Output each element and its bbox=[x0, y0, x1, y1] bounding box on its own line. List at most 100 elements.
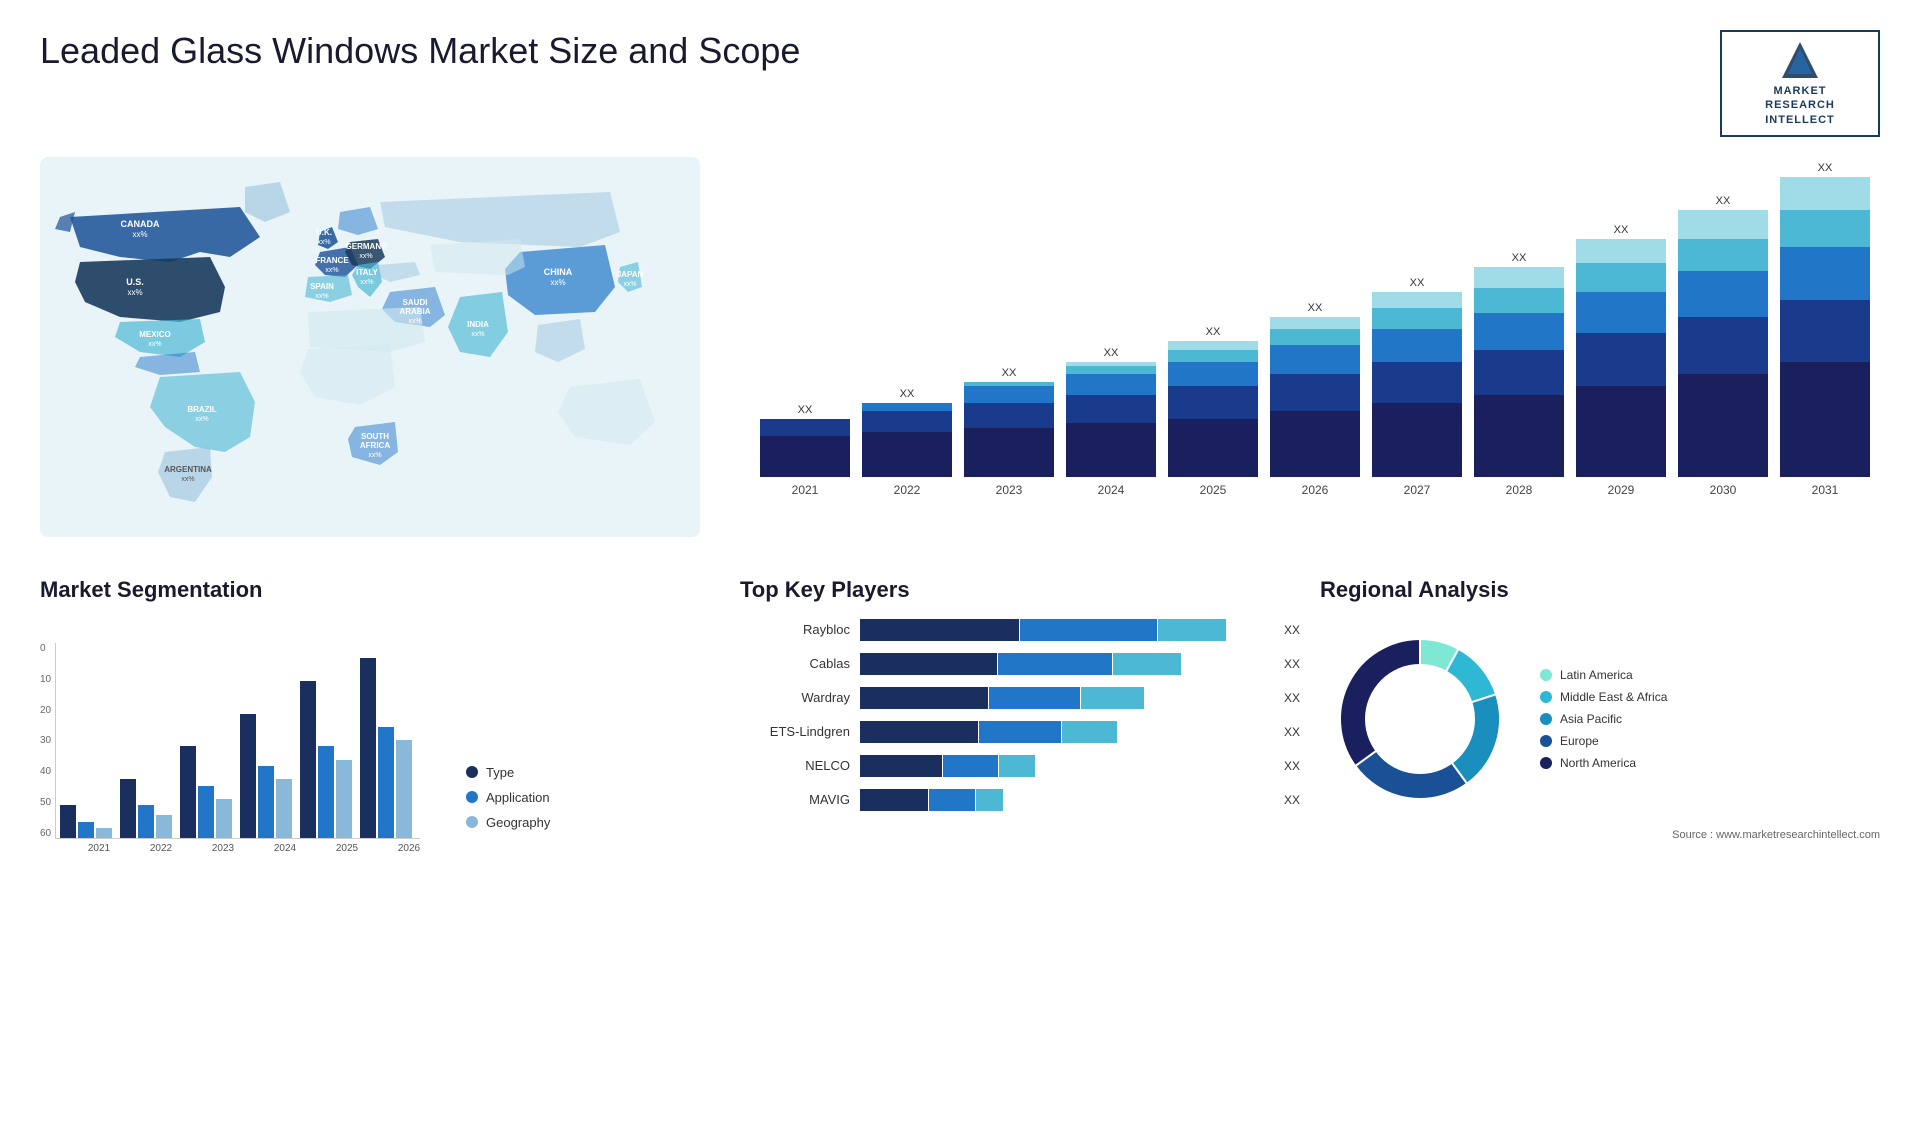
seg-bar bbox=[378, 727, 394, 838]
china-label: CHINA bbox=[544, 267, 573, 277]
bar-x-label: 2022 bbox=[862, 483, 952, 497]
player-bar-segment bbox=[929, 789, 975, 811]
legend-item: Geography bbox=[466, 815, 550, 830]
bar-segment bbox=[1576, 292, 1666, 333]
bar-segment bbox=[1576, 239, 1666, 264]
donut-hole bbox=[1365, 664, 1475, 774]
bar-segment bbox=[760, 436, 850, 477]
player-name: Wardray bbox=[740, 690, 850, 705]
seg-bar-group bbox=[60, 805, 112, 838]
seg-x-label: 2023 bbox=[196, 843, 250, 854]
bar-segment bbox=[1780, 247, 1870, 300]
bar-xx-label: XX bbox=[1614, 224, 1629, 236]
player-bar-segment bbox=[860, 755, 942, 777]
seg-bar-group bbox=[180, 746, 232, 837]
seg-bar bbox=[216, 799, 232, 838]
bar-chart: XXXXXXXXXXXXXXXXXXXXXX bbox=[760, 177, 1870, 477]
map-container: CANADA xx% U.S. xx% MEXICO xx% BRAZIL xx… bbox=[40, 157, 700, 537]
bar-x-label: 2030 bbox=[1678, 483, 1768, 497]
seg-bar bbox=[156, 815, 172, 838]
player-xx-label: XX bbox=[1284, 657, 1300, 671]
south-africa-label: SOUTH bbox=[361, 432, 389, 441]
bar-x-labels: 2021202220232024202520262027202820292030… bbox=[760, 483, 1870, 497]
player-bar-segment bbox=[1081, 687, 1145, 709]
seg-bar bbox=[96, 828, 112, 838]
player-bar-wrap bbox=[860, 789, 1270, 811]
player-bar-segment bbox=[979, 721, 1061, 743]
svg-text:xx%: xx% bbox=[359, 253, 372, 260]
bar-xx-label: XX bbox=[1104, 347, 1119, 359]
regional-legend-item: Latin America bbox=[1540, 668, 1667, 682]
bottom-right: Top Key Players RayblocXXCablasXXWardray… bbox=[740, 577, 1880, 854]
seg-bar bbox=[138, 805, 154, 838]
bar-group: XX bbox=[964, 367, 1054, 477]
seg-bar bbox=[240, 714, 256, 838]
seg-bar bbox=[198, 786, 214, 838]
bar-segment bbox=[1678, 317, 1768, 375]
regional-legend-item: North America bbox=[1540, 756, 1667, 770]
reg-legend-dot bbox=[1540, 669, 1552, 681]
seg-x-label: 2024 bbox=[258, 843, 312, 854]
player-bar-segment bbox=[1020, 619, 1157, 641]
bar-segment bbox=[760, 419, 850, 435]
regional-section: Regional Analysis Latin AmericaMiddle Ea… bbox=[1320, 577, 1880, 854]
bar-segment bbox=[1678, 374, 1768, 477]
seg-x-label: 2025 bbox=[320, 843, 374, 854]
player-row: RayblocXX bbox=[740, 619, 1300, 641]
regional-legend-item: Middle East & Africa bbox=[1540, 690, 1667, 704]
bar-segment bbox=[1270, 345, 1360, 374]
reg-legend-dot bbox=[1540, 757, 1552, 769]
player-bar-wrap bbox=[860, 721, 1270, 743]
page-title: Leaded Glass Windows Market Size and Sco… bbox=[40, 30, 800, 72]
bar-stack bbox=[1168, 341, 1258, 477]
regional-legend-item: Asia Pacific bbox=[1540, 712, 1667, 726]
player-bar-segment bbox=[1113, 653, 1181, 675]
svg-text:xx%: xx% bbox=[317, 239, 330, 246]
bar-segment bbox=[1474, 395, 1564, 477]
svg-text:xx%: xx% bbox=[132, 230, 147, 239]
bar-segment bbox=[1576, 386, 1666, 476]
logo-text: MARKET RESEARCH INTELLECT bbox=[1765, 84, 1835, 127]
bar-segment bbox=[1270, 329, 1360, 345]
bar-segment bbox=[1474, 313, 1564, 350]
seg-bar bbox=[276, 779, 292, 838]
seg-bar bbox=[318, 746, 334, 837]
legend-item: Type bbox=[466, 765, 550, 780]
bar-segment bbox=[1270, 317, 1360, 329]
svg-text:xx%: xx% bbox=[195, 416, 208, 423]
bar-segment bbox=[1066, 374, 1156, 395]
bar-segment bbox=[1678, 210, 1768, 239]
player-name: NELCO bbox=[740, 758, 850, 773]
seg-bar bbox=[258, 766, 274, 838]
player-bar-segment bbox=[976, 789, 1003, 811]
bar-xx-label: XX bbox=[1206, 326, 1221, 338]
player-bar-segment bbox=[1062, 721, 1117, 743]
seg-x-labels: 202120222023202420252026 bbox=[40, 843, 436, 854]
bar-stack bbox=[1066, 362, 1156, 477]
bar-x-label: 2021 bbox=[760, 483, 850, 497]
bar-segment bbox=[964, 403, 1054, 428]
bar-stack bbox=[1474, 267, 1564, 477]
argentina-label: ARGENTINA bbox=[164, 465, 212, 474]
seg-bar bbox=[396, 740, 412, 838]
bar-segment bbox=[1270, 411, 1360, 477]
legend-dot bbox=[466, 791, 478, 803]
player-xx-label: XX bbox=[1284, 725, 1300, 739]
legend-item: Application bbox=[466, 790, 550, 805]
seg-bar bbox=[120, 779, 136, 838]
svg-text:xx%: xx% bbox=[325, 267, 338, 274]
seg-x-label: 2021 bbox=[72, 843, 126, 854]
player-bar-segment bbox=[1158, 619, 1226, 641]
map-section: CANADA xx% U.S. xx% MEXICO xx% BRAZIL xx… bbox=[40, 157, 700, 547]
svg-text:xx%: xx% bbox=[181, 476, 194, 483]
bar-segment bbox=[1678, 271, 1768, 316]
legend-dot bbox=[466, 816, 478, 828]
bar-group: XX bbox=[1474, 252, 1564, 477]
bar-segment bbox=[1066, 423, 1156, 476]
player-row: MAVIGXX bbox=[740, 789, 1300, 811]
bar-stack bbox=[1270, 317, 1360, 477]
bar-x-label: 2028 bbox=[1474, 483, 1564, 497]
bar-segment bbox=[1372, 329, 1462, 362]
player-xx-label: XX bbox=[1284, 793, 1300, 807]
bar-segment bbox=[1372, 308, 1462, 329]
